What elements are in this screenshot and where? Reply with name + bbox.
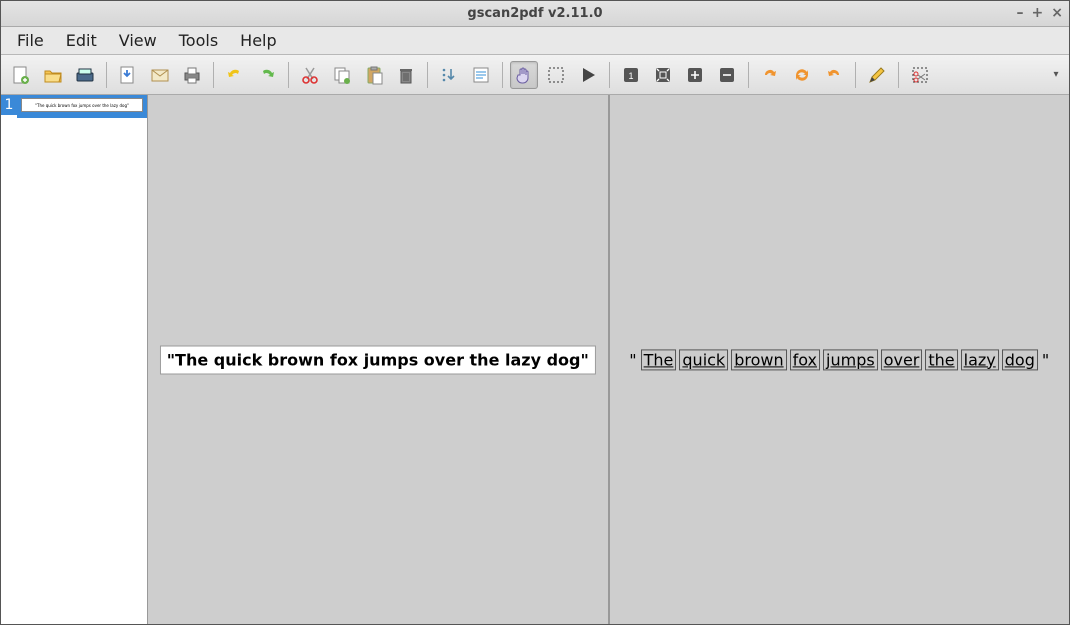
- ocr-word[interactable]: the: [925, 349, 957, 370]
- ocr-word[interactable]: quick: [679, 349, 728, 370]
- select-all-button[interactable]: [467, 61, 495, 89]
- ocr-word[interactable]: fox: [790, 349, 820, 370]
- save-button[interactable]: [114, 61, 142, 89]
- ocr-word[interactable]: over: [881, 349, 923, 370]
- thumbnail-pane[interactable]: 1 "The quick brown fox jumps over the la…: [1, 95, 148, 624]
- crop-button[interactable]: [906, 61, 934, 89]
- window-titlebar: gscan2pdf v2.11.0 – + ×: [1, 1, 1069, 27]
- paste-button[interactable]: [360, 61, 388, 89]
- menu-file[interactable]: File: [7, 28, 54, 53]
- scanned-page-text: "The quick brown fox jumps over the lazy…: [160, 345, 596, 374]
- toolbar-overflow-icon[interactable]: ▾: [1049, 69, 1063, 80]
- ocr-word[interactable]: brown: [731, 349, 786, 370]
- ocr-word[interactable]: lazy: [961, 349, 999, 370]
- ocr-word[interactable]: jumps: [823, 349, 878, 370]
- cut-button[interactable]: [296, 61, 324, 89]
- menu-help[interactable]: Help: [230, 28, 286, 53]
- menu-edit[interactable]: Edit: [56, 28, 107, 53]
- open-button[interactable]: [39, 61, 67, 89]
- svg-text:1: 1: [628, 71, 633, 81]
- selection-tool-button[interactable]: [542, 61, 570, 89]
- undo-button[interactable]: [221, 61, 249, 89]
- rotate-cw-button[interactable]: [756, 61, 784, 89]
- rotate-ccw-button[interactable]: [820, 61, 848, 89]
- close-icon[interactable]: ×: [1051, 5, 1063, 21]
- renumber-button[interactable]: [435, 61, 463, 89]
- menu-tools[interactable]: Tools: [169, 28, 228, 53]
- menu-view[interactable]: View: [109, 28, 167, 53]
- ocr-close-quote: ": [1041, 350, 1050, 369]
- thumbnail-number: 1: [1, 95, 17, 115]
- view-area: "The quick brown fox jumps over the lazy…: [148, 95, 1069, 624]
- play-button[interactable]: [574, 61, 602, 89]
- ocr-word[interactable]: dog: [1002, 349, 1038, 370]
- zoom-100-button[interactable]: 1: [617, 61, 645, 89]
- rotate-180-button[interactable]: [788, 61, 816, 89]
- delete-button[interactable]: [392, 61, 420, 89]
- image-view-pane[interactable]: "The quick brown fox jumps over the lazy…: [148, 95, 610, 624]
- zoom-out-button[interactable]: [713, 61, 741, 89]
- thumbnail-image: "The quick brown fox jumps over the lazy…: [17, 95, 147, 118]
- redo-button[interactable]: [253, 61, 281, 89]
- thumbnail-item[interactable]: 1 "The quick brown fox jumps over the la…: [1, 95, 147, 118]
- minimize-icon[interactable]: –: [1017, 5, 1024, 21]
- window-title: gscan2pdf v2.11.0: [467, 6, 602, 21]
- ocr-word[interactable]: The: [641, 349, 677, 370]
- print-button[interactable]: [178, 61, 206, 89]
- zoom-in-button[interactable]: [681, 61, 709, 89]
- maximize-icon[interactable]: +: [1032, 5, 1044, 21]
- thumbnail-preview-text: "The quick brown fox jumps over the lazy…: [21, 98, 143, 112]
- email-button[interactable]: [146, 61, 174, 89]
- pan-tool-button[interactable]: [510, 61, 538, 89]
- ocr-open-quote: ": [628, 350, 637, 369]
- scan-button[interactable]: [71, 61, 99, 89]
- toolbar: 1 ▾: [1, 55, 1069, 95]
- ocr-view-pane[interactable]: " The quick brown fox jumps over the laz…: [610, 95, 1070, 624]
- main-area: 1 "The quick brown fox jumps over the la…: [1, 95, 1069, 624]
- new-button[interactable]: [7, 61, 35, 89]
- menubar: File Edit View Tools Help: [1, 27, 1069, 55]
- edit-button[interactable]: [863, 61, 891, 89]
- ocr-text-line: " The quick brown fox jumps over the laz…: [628, 349, 1050, 370]
- copy-button[interactable]: [328, 61, 356, 89]
- zoom-fit-button[interactable]: [649, 61, 677, 89]
